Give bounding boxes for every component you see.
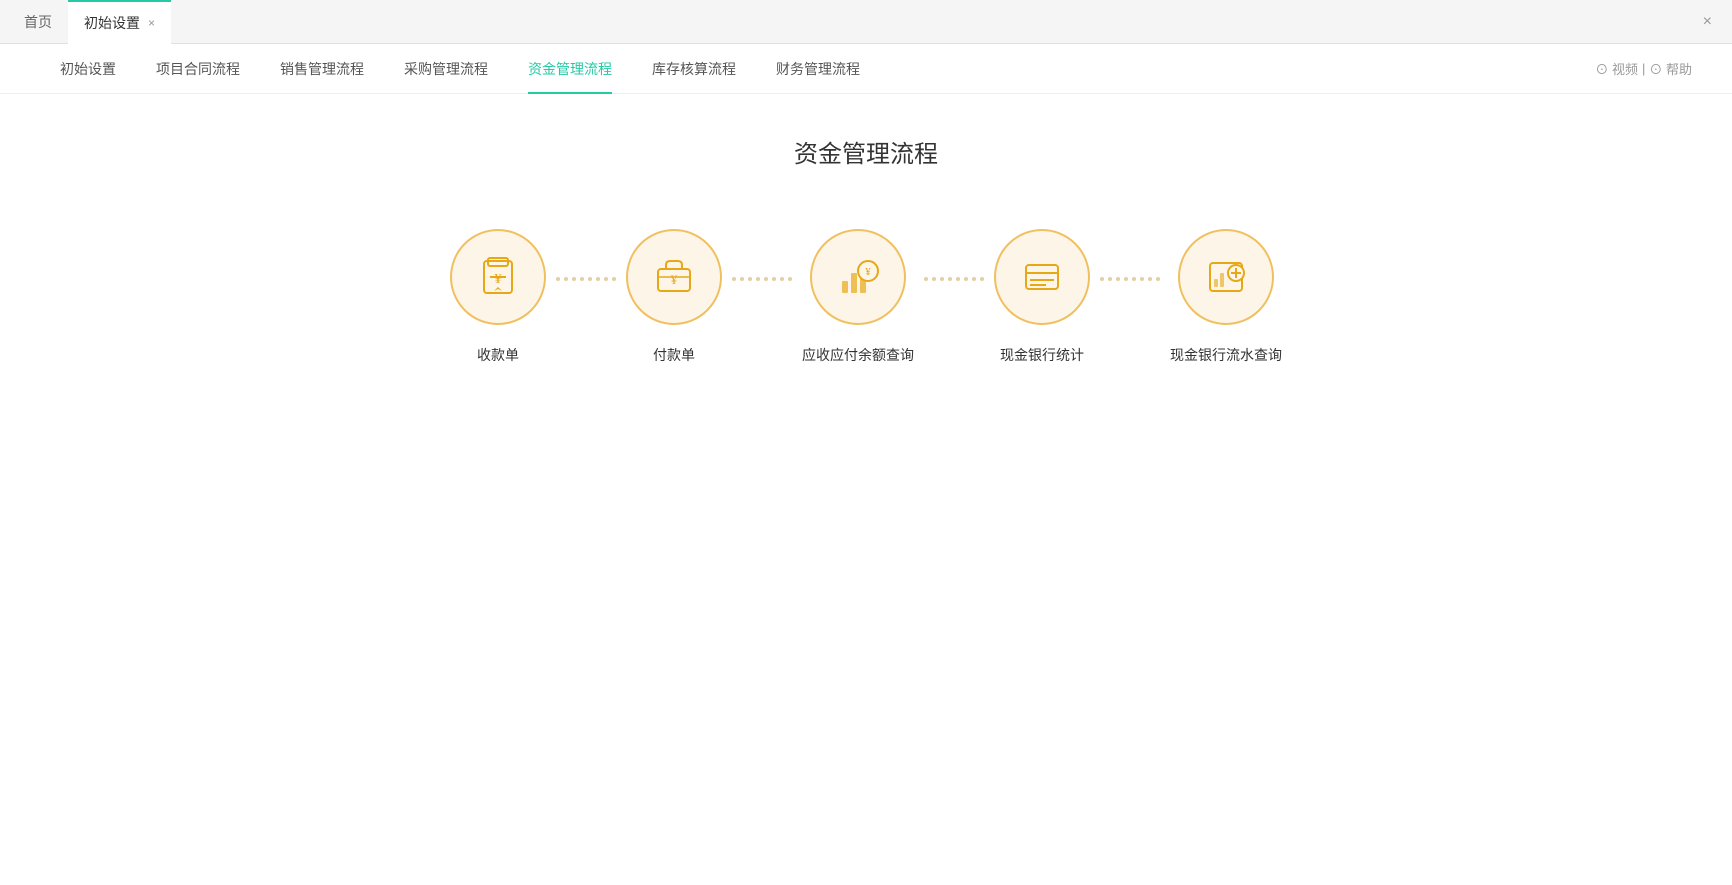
active-tab-label: 初始设置 — [84, 13, 140, 33]
flow-circle-cash-bank-stats — [994, 229, 1090, 325]
svg-text:¥: ¥ — [671, 272, 678, 287]
payment-icon: ¥ — [650, 253, 698, 301]
help-link[interactable]: ⊙ 帮助 — [1649, 59, 1692, 78]
tab-close-button[interactable]: × — [148, 17, 155, 29]
nav-item-sales-management[interactable]: 销售管理流程 — [260, 44, 384, 94]
nav-item-inventory-accounting[interactable]: 库存核算流程 — [632, 44, 756, 94]
flow-row: ¥ 收款单 ¥ — [450, 229, 1282, 365]
flow-label-cash-bank-stats: 现金银行统计 — [1000, 345, 1084, 365]
nav-right-actions: ⊙ 视频 | ⊙ 帮助 — [1595, 59, 1692, 78]
balance-icon: ¥ — [834, 253, 882, 301]
video-link[interactable]: ⊙ 视频 — [1595, 59, 1638, 78]
flow-connector-2 — [732, 277, 792, 281]
flow-connector-4 — [1100, 277, 1160, 281]
nav-bar: 初始设置 项目合同流程 销售管理流程 采购管理流程 资金管理流程 库存核算流程 … — [0, 44, 1732, 94]
nav-item-fund-management[interactable]: 资金管理流程 — [508, 44, 632, 94]
nav-item-finance-management[interactable]: 财务管理流程 — [756, 44, 880, 94]
tab-home[interactable]: 首页 — [8, 0, 68, 44]
flow-circle-payment: ¥ — [626, 229, 722, 325]
help-separator: | — [1642, 61, 1645, 76]
page-title: 资金管理流程 — [794, 134, 938, 169]
flow-item-cash-bank-flow[interactable]: 现金银行流水查询 — [1170, 229, 1282, 365]
bank-stats-icon — [1018, 253, 1066, 301]
svg-text:¥: ¥ — [865, 266, 871, 278]
flow-dots-3 — [924, 277, 984, 281]
flow-circle-balance-query: ¥ — [810, 229, 906, 325]
flow-item-balance-query[interactable]: ¥ 应收应付余额查询 — [802, 229, 914, 365]
flow-dots-4 — [1100, 277, 1160, 281]
main-content: 资金管理流程 ¥ 收款单 — [0, 94, 1732, 405]
tab-active[interactable]: 初始设置 × — [68, 0, 171, 44]
flow-circle-receipt: ¥ — [450, 229, 546, 325]
nav-item-purchase-management[interactable]: 采购管理流程 — [384, 44, 508, 94]
top-bar-right: × — [1703, 13, 1732, 31]
bank-flow-icon — [1202, 253, 1250, 301]
flow-label-balance-query: 应收应付余额查询 — [802, 345, 914, 365]
flow-label-payment: 付款单 — [653, 345, 695, 365]
flow-circle-cash-bank-flow — [1178, 229, 1274, 325]
svg-text:¥: ¥ — [495, 272, 502, 287]
flow-dots-2 — [732, 277, 792, 281]
flow-connector-1 — [556, 277, 616, 281]
flow-label-receipt: 收款单 — [477, 345, 519, 365]
flow-item-receipt[interactable]: ¥ 收款单 — [450, 229, 546, 365]
flow-item-cash-bank-stats[interactable]: 现金银行统计 — [994, 229, 1090, 365]
receipt-icon: ¥ — [474, 253, 522, 301]
nav-item-project-contract[interactable]: 项目合同流程 — [136, 44, 260, 94]
top-bar: 首页 初始设置 × × — [0, 0, 1732, 44]
nav-item-initial-setup[interactable]: 初始设置 — [40, 44, 136, 94]
flow-connector-3 — [924, 277, 984, 281]
flow-item-payment[interactable]: ¥ 付款单 — [626, 229, 722, 365]
flow-dots-1 — [556, 277, 616, 281]
flow-label-cash-bank-flow: 现金银行流水查询 — [1170, 345, 1282, 365]
window-close-button[interactable]: × — [1703, 13, 1712, 31]
